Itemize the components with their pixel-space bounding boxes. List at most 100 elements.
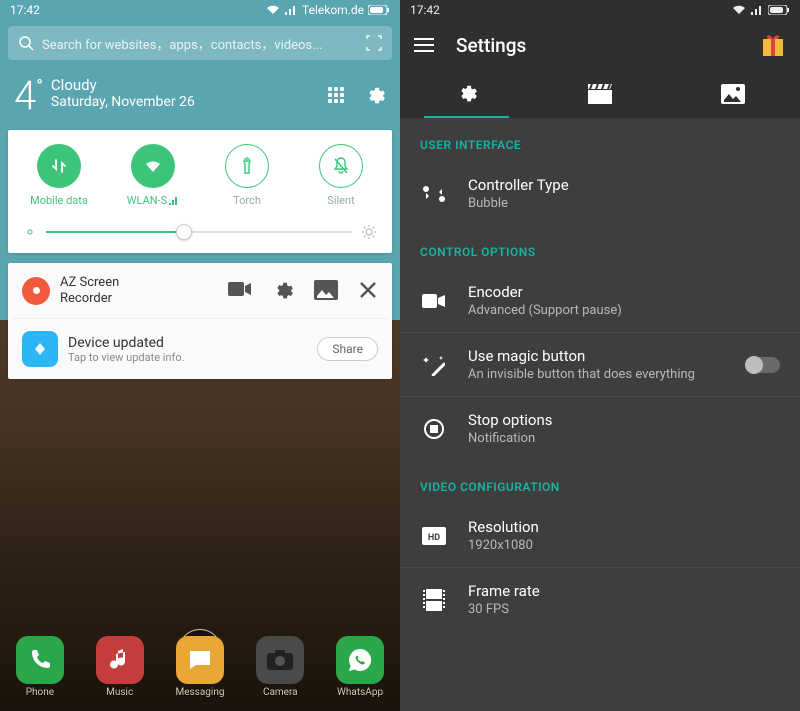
gear-icon[interactable] xyxy=(364,85,386,107)
toggle-label: Mobile data xyxy=(30,194,88,207)
apps-grid-icon[interactable] xyxy=(328,87,346,105)
az-title-2: Recorder xyxy=(60,291,119,307)
wifi-icon xyxy=(732,5,746,15)
weather-condition: Cloudy xyxy=(51,76,195,94)
toggle-label: WLAN-S xyxy=(127,194,179,207)
setting-framerate[interactable]: Frame rate30 FPS xyxy=(400,567,800,631)
settings-panel: 17:42 Settings USER INTERFACE Controller… xyxy=(400,0,800,711)
search-icon xyxy=(18,35,34,51)
section-title-control: CONTROL OPTIONS xyxy=(400,225,800,269)
image-icon xyxy=(721,84,745,104)
record-video-icon[interactable] xyxy=(228,280,252,298)
scan-icon[interactable] xyxy=(366,35,382,51)
brightness-low-icon xyxy=(24,226,36,238)
setting-encoder[interactable]: Encoder Advanced (Support pause) xyxy=(400,269,800,332)
gift-icon[interactable] xyxy=(760,32,786,58)
hd-icon: HD xyxy=(422,527,446,545)
controller-icon xyxy=(422,185,446,203)
notification-az-recorder[interactable]: AZ ScreenRecorder xyxy=(8,263,392,318)
status-bar: 17:42 Telekom.de xyxy=(0,0,400,20)
brightness-slider[interactable] xyxy=(8,215,392,253)
tab-settings[interactable] xyxy=(400,70,533,118)
search-bar[interactable]: Search for websites，apps，contacts，videos… xyxy=(8,26,392,60)
battery-icon xyxy=(768,5,790,15)
setting-resolution[interactable]: HD Resolution 1920x1080 xyxy=(400,504,800,567)
setting-title: Frame rate xyxy=(468,582,780,600)
section-title-ui: USER INTERFACE xyxy=(400,118,800,162)
whatsapp-icon xyxy=(347,647,373,673)
quick-settings-panel: Mobile data WLAN-S Torch Silent xyxy=(8,130,392,253)
magic-wand-icon xyxy=(423,354,445,376)
notifications-card: AZ ScreenRecorder Device updated Tap to … xyxy=(8,263,392,379)
camera-icon xyxy=(267,650,293,670)
degree-symbol: ° xyxy=(36,76,43,97)
notification-device-updated[interactable]: Device updated Tap to view update info. … xyxy=(8,319,392,379)
setting-stop-options[interactable]: Stop options Notification xyxy=(400,396,800,460)
setting-title: Controller Type xyxy=(468,176,780,194)
toggle-label: Torch xyxy=(233,194,261,207)
app-bar: Settings xyxy=(400,20,800,70)
close-icon[interactable] xyxy=(358,280,378,300)
dock-whatsapp[interactable]: WhatsApp xyxy=(336,636,384,698)
silent-icon xyxy=(332,156,350,176)
update-sub: Tap to view update info. xyxy=(68,351,185,364)
phone-icon xyxy=(28,648,52,672)
dock: Phone Music Messaging Camera WhatsApp xyxy=(0,629,400,711)
tab-bar xyxy=(400,70,800,118)
gallery-icon[interactable] xyxy=(314,280,338,300)
setting-title: Use magic button xyxy=(468,347,726,365)
update-app-icon xyxy=(22,331,58,367)
status-carrier: Telekom.de xyxy=(302,3,364,17)
setting-value: Advanced (Support pause) xyxy=(468,303,780,318)
weather-date: Saturday, November 26 xyxy=(51,94,195,110)
setting-sub: An invisible button that does everything xyxy=(468,367,726,382)
tab-videos[interactable] xyxy=(533,70,666,118)
stop-icon xyxy=(423,418,445,440)
setting-value: Notification xyxy=(468,431,780,446)
weather-row: 4° Cloudy Saturday, November 26 xyxy=(0,66,400,130)
toggle-silent[interactable]: Silent xyxy=(301,144,381,207)
setting-title: Stop options xyxy=(468,411,780,429)
setting-value: Bubble xyxy=(468,196,780,211)
switch-magic-button[interactable] xyxy=(746,357,780,373)
status-bar: 17:42 xyxy=(400,0,800,20)
svg-text:HD: HD xyxy=(428,533,440,543)
page-title: Settings xyxy=(456,34,526,57)
az-recorder-app-icon xyxy=(22,277,50,305)
gear-icon[interactable] xyxy=(272,280,294,302)
section-title-video: VIDEO CONFIGURATION xyxy=(400,460,800,504)
toggle-torch[interactable]: Torch xyxy=(207,144,287,207)
az-title-1: AZ Screen xyxy=(60,275,119,291)
signal-mini-icon xyxy=(169,197,179,205)
gear-icon xyxy=(456,83,478,105)
dock-camera[interactable]: Camera xyxy=(256,636,304,698)
setting-title: Encoder xyxy=(468,283,780,301)
setting-value: 1920x1080 xyxy=(468,538,780,553)
signal-icon xyxy=(284,5,298,15)
status-time: 17:42 xyxy=(10,3,40,17)
tab-images[interactable] xyxy=(667,70,800,118)
clapper-icon xyxy=(588,84,612,104)
search-placeholder: Search for websites，apps，contacts，videos… xyxy=(42,34,358,53)
toggle-wlan[interactable]: WLAN-S xyxy=(113,144,193,207)
hamburger-icon[interactable] xyxy=(414,38,434,52)
mobile-data-icon xyxy=(50,157,68,175)
weather-temp: 4 xyxy=(14,72,36,119)
dock-phone[interactable]: Phone xyxy=(16,636,64,698)
signal-icon xyxy=(750,5,764,15)
home-screen-panel: 17:42 Telekom.de Search for websites，app… xyxy=(0,0,400,711)
dock-messaging[interactable]: Messaging xyxy=(175,636,224,698)
toggle-mobile-data[interactable]: Mobile data xyxy=(19,144,99,207)
music-icon xyxy=(109,648,131,672)
battery-icon xyxy=(368,5,390,15)
status-time: 17:42 xyxy=(410,3,440,17)
film-icon xyxy=(423,589,445,611)
dock-music[interactable]: Music xyxy=(96,636,144,698)
wifi-toggle-icon xyxy=(143,158,163,174)
setting-title: Resolution xyxy=(468,518,780,536)
wifi-icon xyxy=(266,5,280,15)
update-title: Device updated xyxy=(68,335,185,351)
setting-controller-type[interactable]: Controller Type Bubble xyxy=(400,162,800,225)
share-button[interactable]: Share xyxy=(317,337,378,361)
setting-magic-button[interactable]: Use magic button An invisible button that… xyxy=(400,332,800,396)
